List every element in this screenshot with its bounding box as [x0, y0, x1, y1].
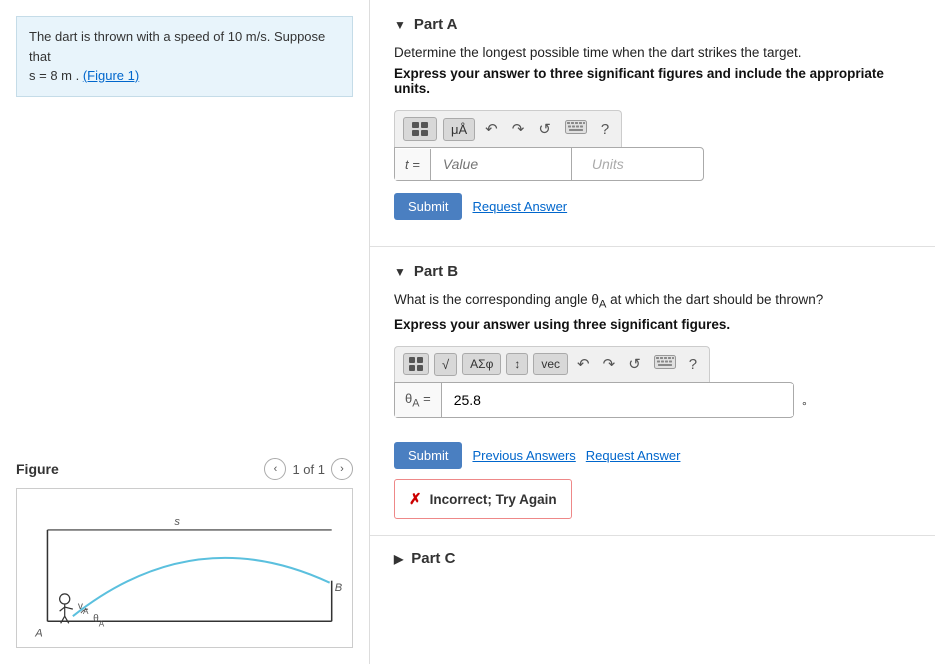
part-c-header[interactable]: ▶ Part C [394, 550, 911, 567]
incorrect-banner: ✗ Incorrect; Try Again [394, 479, 572, 519]
redo-button[interactable]: ↷ [508, 118, 529, 140]
part-a-toggle-icon: ▼ [394, 18, 406, 32]
part-a-description: Determine the longest possible time when… [394, 45, 911, 60]
theta-subscript: A [412, 397, 419, 409]
part-b-label: Part B [414, 263, 458, 280]
figure-page: 1 of 1 [292, 462, 325, 477]
arrow-button[interactable]: ↕ [506, 353, 528, 375]
degree-symbol: ° [794, 391, 815, 421]
squares-icon [408, 356, 424, 372]
grid-icon [411, 121, 429, 137]
part-a-action-row: Submit Request Answer [394, 193, 911, 220]
problem-text-box: The dart is thrown with a speed of 10 m/… [16, 16, 353, 97]
undo-button[interactable]: ↶ [481, 118, 502, 140]
incorrect-x-icon: ✗ [409, 490, 422, 508]
part-a-toolbar: μÅ ↶ ↷ ↺ [394, 110, 622, 147]
part-a-request-answer-button[interactable]: Request Answer [472, 199, 567, 214]
part-b-header[interactable]: ▼ Part B [394, 263, 911, 280]
figure-svg: s A vA θA B [17, 489, 352, 647]
figure-navigation: ‹ 1 of 1 › [264, 458, 353, 480]
incorrect-label: Incorrect; Try Again [430, 492, 557, 507]
figure-image: s A vA θA B [16, 488, 353, 648]
part-b-description: What is the corresponding angle θA at wh… [394, 292, 911, 311]
part-a-header[interactable]: ▼ Part A [394, 16, 911, 33]
grid-icon-button[interactable] [403, 117, 437, 141]
figure-next-button[interactable]: › [331, 458, 353, 480]
svg-text:B: B [335, 582, 343, 594]
help-b-button[interactable]: ? [685, 354, 701, 375]
part-b-previous-answers-button[interactable]: Previous Answers [472, 448, 575, 463]
keyboard-button[interactable] [561, 118, 591, 140]
part-b-section: ▼ Part B What is the corresponding angle… [370, 247, 935, 536]
figure-section: Figure ‹ 1 of 1 › s A [16, 458, 353, 648]
part-b-instruction: Express your answer using three signific… [394, 317, 911, 332]
part-c-section: ▶ Part C [370, 536, 935, 593]
part-a-instruction: Express your answer to three significant… [394, 66, 911, 96]
right-panel: ▼ Part A Determine the longest possible … [370, 0, 935, 664]
part-a-section: ▼ Part A Determine the longest possible … [370, 0, 935, 247]
figure-header: Figure ‹ 1 of 1 › [16, 458, 353, 480]
part-a-units-field[interactable]: Units [571, 148, 651, 180]
help-button[interactable]: ? [597, 119, 613, 140]
part-b-action-row: Submit Previous Answers Request Answer [394, 442, 911, 469]
part-c-toggle-icon: ▶ [394, 552, 403, 566]
figure-link[interactable]: (Figure 1) [83, 68, 139, 83]
part-b-toggle-icon: ▼ [394, 265, 406, 279]
part-a-value-input[interactable] [431, 148, 571, 180]
part-b-answer-row: θA = [394, 382, 794, 419]
undo-b-button[interactable]: ↶ [573, 353, 594, 375]
part-a-answer-row: t = Units [394, 147, 704, 181]
figure-prev-button[interactable]: ‹ [264, 458, 286, 480]
svg-text:A: A [34, 628, 42, 640]
svg-text:s: s [174, 516, 180, 528]
keyboard-b-icon [654, 355, 676, 369]
subscript-a: A [599, 299, 607, 311]
refresh-b-button[interactable]: ↺ [624, 353, 645, 375]
svg-text:vA: vA [78, 601, 89, 616]
keyboard-b-button[interactable] [650, 353, 680, 375]
part-b-toolbar: √ ΑΣφ ↕ vec ↶ ↷ ↺ [394, 346, 710, 382]
asigma-button[interactable]: ΑΣφ [462, 353, 501, 375]
mu-button[interactable]: μÅ [443, 118, 475, 141]
sqrt-button[interactable]: √ [434, 353, 457, 376]
part-a-answer-label: t = [395, 149, 431, 180]
part-a-submit-button[interactable]: Submit [394, 193, 462, 220]
part-b-request-answer-button[interactable]: Request Answer [586, 448, 681, 463]
figure-title: Figure [16, 461, 59, 477]
part-b-answer-label: θA = [395, 383, 442, 418]
part-b-submit-button[interactable]: Submit [394, 442, 462, 469]
left-panel: The dart is thrown with a speed of 10 m/… [0, 0, 370, 664]
squares-icon-button[interactable] [403, 353, 429, 375]
part-b-answer-wrapper: θA = ° [394, 382, 911, 431]
redo-b-button[interactable]: ↷ [599, 353, 620, 375]
problem-values: s = 8 m . [29, 68, 83, 83]
svg-text:θA: θA [93, 613, 105, 628]
part-a-label: Part A [414, 16, 458, 33]
part-b-value-input[interactable] [442, 384, 793, 416]
problem-statement: The dart is thrown with a speed of 10 m/… [29, 29, 325, 64]
keyboard-icon [565, 120, 587, 134]
mu-label: μÅ [451, 122, 467, 137]
part-c-label: Part C [411, 550, 455, 567]
refresh-button[interactable]: ↺ [534, 118, 555, 140]
vec-button[interactable]: vec [533, 353, 568, 375]
